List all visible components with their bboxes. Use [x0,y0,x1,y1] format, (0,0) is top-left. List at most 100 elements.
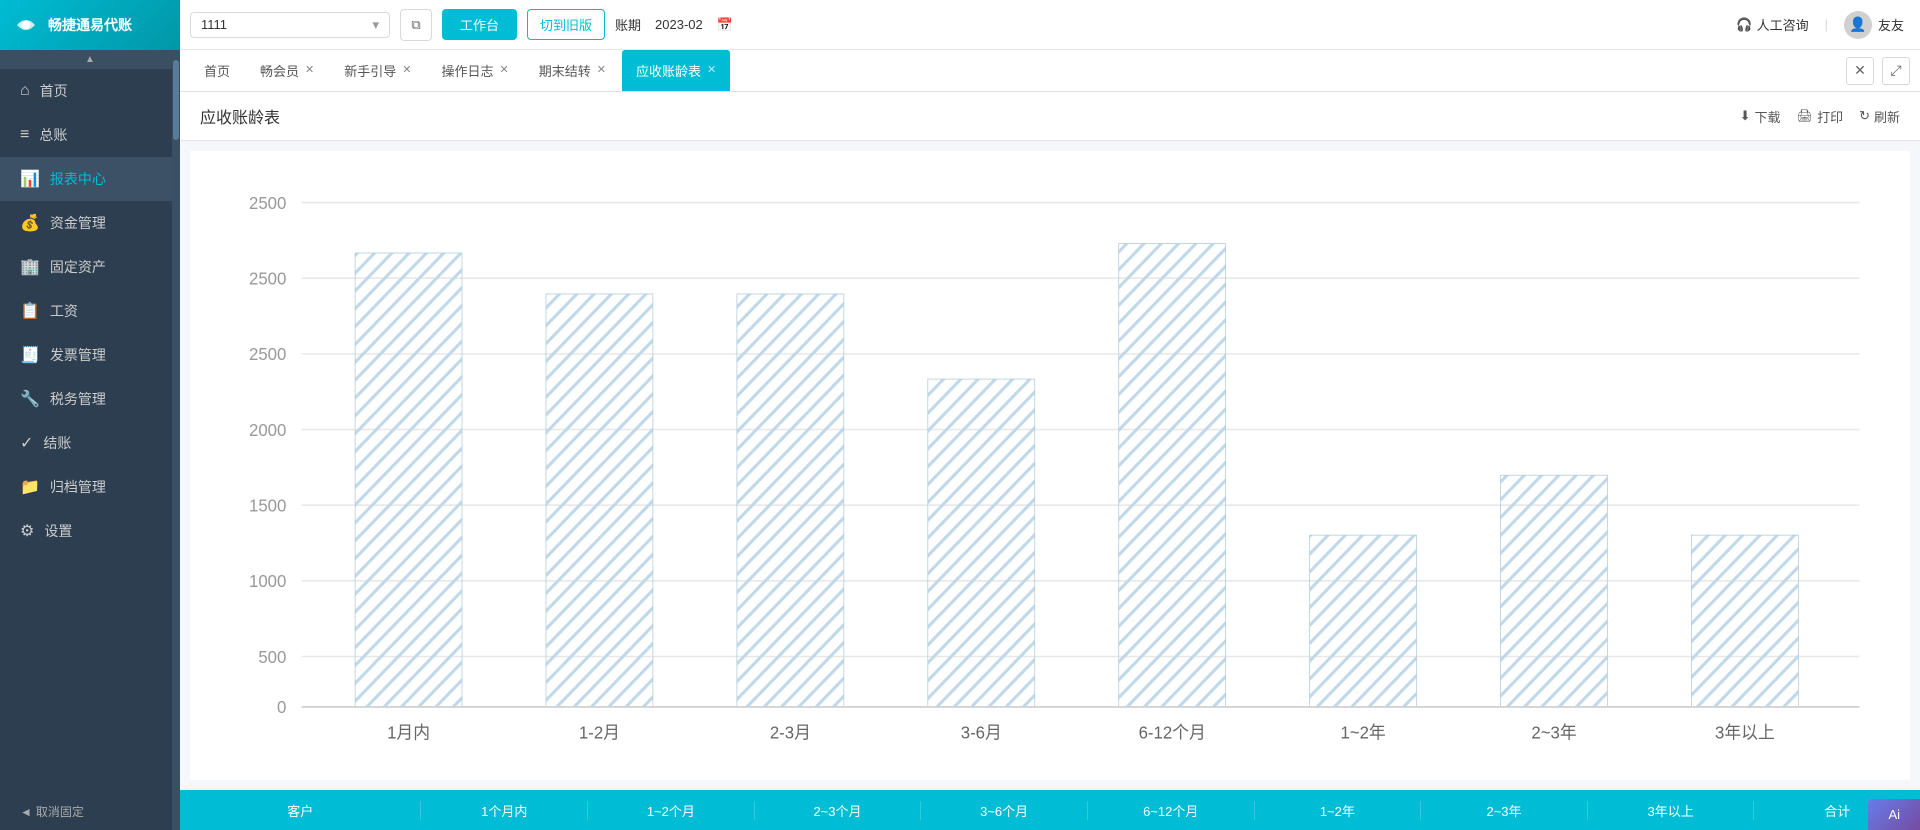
svg-text:3年以上: 3年以上 [1715,723,1775,742]
sidebar-scroll-up[interactable]: ▲ [0,50,180,69]
tab-close-icon[interactable]: ✕ [707,65,716,76]
tab-close-icon[interactable]: ✕ [305,65,314,76]
expand-button[interactable]: ⤢ [1882,57,1910,85]
tab-label: 新手引导 [344,61,396,80]
svg-text:6-12个月: 6-12个月 [1139,723,1206,742]
copy-icon: ⧉ [411,17,420,33]
sidebar-item-label: 工资 [50,301,78,321]
svg-text:0: 0 [277,698,286,717]
tab-label: 期末结转 [539,61,591,80]
page-content: 应收账龄表 ⬇ 下载 🖨 打印 ↻ 刷新 [180,92,1920,830]
svg-text:1月内: 1月内 [387,723,430,742]
consult-button[interactable]: 🎧 人工咨询 [1736,15,1808,34]
tab-label: 操作日志 [441,61,493,80]
page-header: 应收账龄表 ⬇ 下载 🖨 打印 ↻ 刷新 [180,92,1920,141]
sidebar-item-fixed-assets[interactable]: 🏢 固定资产 [0,245,180,289]
svg-text:2-3月: 2-3月 [770,723,811,742]
logo-area: 畅捷通易代账 [0,0,180,50]
tab-label: 畅会员 [260,61,299,80]
divider: | [1825,17,1828,32]
sidebar: ▲ ⌂ 首页≡ 总账📊 报表中心💰 资金管理🏢 固定资产📋 工资🧾 发票管理 [0,50,180,830]
company-name: 1111 [201,17,366,32]
svg-text:2500: 2500 [249,269,286,288]
main-layout: ▲ ⌂ 首页≡ 总账📊 报表中心💰 资金管理🏢 固定资产📋 工资🧾 发票管理 [0,50,1920,830]
copy-button[interactable]: ⧉ [400,9,432,41]
tab-ar-aging[interactable]: 应收账龄表 ✕ [622,50,730,91]
consult-label: 人工咨询 [1757,15,1809,34]
cancel-fixed-button[interactable]: ◄ 取消固定 [0,793,180,830]
svg-text:1500: 1500 [249,496,286,515]
sidebar-item-report-center[interactable]: 📊 报表中心 [0,157,180,201]
home-icon: ⌂ [20,82,30,100]
tab-operation-log[interactable]: 操作日志 ✕ [427,50,522,91]
table-header-cell-3: 2~3个月 [755,801,922,820]
svg-text:2000: 2000 [249,421,286,440]
close-all-button[interactable]: ✕ [1846,57,1874,85]
sidebar-item-label: 总账 [39,125,67,145]
svg-text:1~2年: 1~2年 [1340,723,1385,742]
sidebar-item-label: 报表中心 [50,169,106,189]
refresh-button[interactable]: ↻ 刷新 [1859,107,1900,126]
tab-guide[interactable]: 新手引导 ✕ [330,50,425,91]
tab-label: 应收账龄表 [636,61,701,80]
sidebar-item-checkout[interactable]: ✓ 结账 [0,421,180,465]
top-header: 畅捷通易代账 1111 ▾ ⧉ 工作台 切到旧版 账期 2023-02 📅 🎧 … [0,0,1920,50]
tab-close-icon[interactable]: ✕ [597,65,606,76]
print-button[interactable]: 🖨 打印 [1797,107,1844,126]
table-header-cell-1: 1个月内 [421,801,588,820]
user-area[interactable]: 👤 友友 [1844,11,1904,39]
content-area: 首页 畅会员 ✕ 新手引导 ✕ 操作日志 ✕ 期末结转 ✕ 应收账龄表 ✕ ✕ ⤢ 应收账龄表 ⬇ … [180,50,1920,830]
old-version-button[interactable]: 切到旧版 [527,9,605,40]
table-header-cell-7: 2~3年 [1421,801,1588,820]
sidebar-item-salary[interactable]: 📋 工资 [0,289,180,333]
checkout-icon: ✓ [20,433,33,453]
tab-home[interactable]: 首页 [190,50,244,91]
salary-icon: 📋 [20,301,40,321]
report-center-icon: 📊 [20,169,40,189]
svg-text:1000: 1000 [249,572,286,591]
sidebar-item-label: 首页 [40,81,68,101]
sidebar-item-home[interactable]: ⌂ 首页 [0,69,180,113]
tab-label: 首页 [204,61,230,80]
calendar-icon[interactable]: 📅 [717,17,733,33]
tab-period-end[interactable]: 期末结转 ✕ [525,50,620,91]
chart-area: 2500 2500 2500 2000 1500 1000 500 0 [210,171,1890,770]
tab-close-icon[interactable]: ✕ [402,65,411,76]
settings-icon: ⚙ [20,521,34,541]
sidebar-item-label: 固定资产 [50,257,106,277]
avatar: 👤 [1844,11,1872,39]
general-ledger-icon: ≡ [20,126,29,144]
tab-actions: ✕ ⤢ [1846,57,1910,85]
sidebar-item-archive-management[interactable]: 📁 归档管理 [0,465,180,509]
sidebar-item-tax-management[interactable]: 🔧 税务管理 [0,377,180,421]
sidebar-item-general-ledger[interactable]: ≡ 总账 [0,113,180,157]
chart-container: 2500 2500 2500 2000 1500 1000 500 0 [190,151,1910,780]
cancel-fixed-label: 取消固定 [36,803,84,820]
page-title: 应收账龄表 [200,104,280,128]
table-header-cell-4: 3~6个月 [921,801,1088,820]
logo-text: 畅捷通易代账 [48,15,132,35]
company-selector[interactable]: 1111 ▾ [190,12,390,38]
tab-close-icon[interactable]: ✕ [500,65,509,76]
download-button[interactable]: ⬇ 下载 [1740,107,1781,126]
sidebar-item-label: 归档管理 [50,477,106,497]
sidebar-item-invoice-management[interactable]: 🧾 发票管理 [0,333,180,377]
fund-management-icon: 💰 [20,213,40,233]
download-icon: ⬇ [1740,108,1751,124]
invoice-management-icon: 🧾 [20,345,40,365]
svg-text:1-2月: 1-2月 [579,723,620,742]
period-label: 账期 [615,15,641,34]
tab-member[interactable]: 畅会员 ✕ [246,50,328,91]
sidebar-scrollbar[interactable] [172,50,180,830]
ai-badge[interactable]: Ai [1868,799,1920,830]
headphone-icon: 🎧 [1736,17,1752,33]
sidebar-item-settings[interactable]: ⚙ 设置 [0,509,180,553]
bar-chart: 2500 2500 2500 2000 1500 1000 500 0 [210,171,1890,770]
refresh-icon: ↻ [1859,108,1870,124]
sidebar-item-fund-management[interactable]: 💰 资金管理 [0,201,180,245]
scroll-thumb [173,60,179,140]
table-header-cell-6: 1~2年 [1255,801,1422,820]
svg-text:500: 500 [258,648,286,667]
period-value: 2023-02 [655,17,703,32]
workbench-button[interactable]: 工作台 [442,9,517,40]
